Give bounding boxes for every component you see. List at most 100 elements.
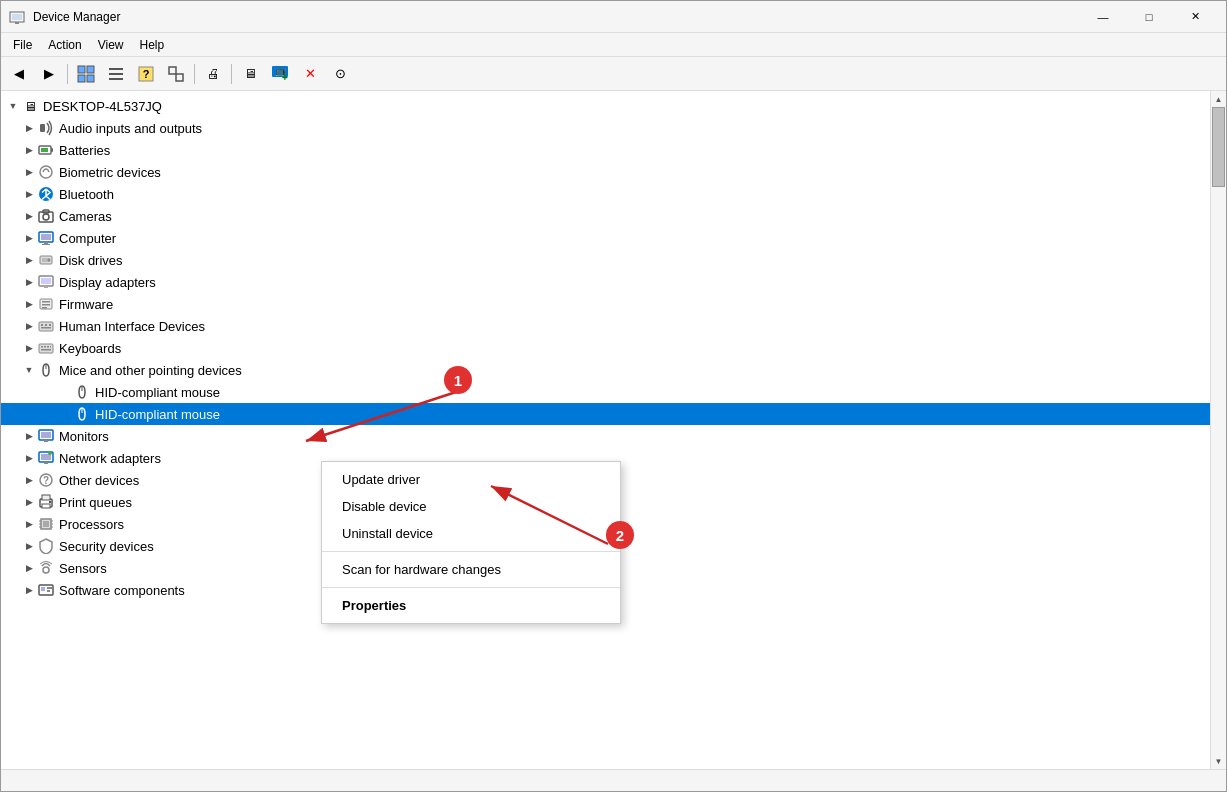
- list-view-button[interactable]: [102, 61, 130, 87]
- menu-action[interactable]: Action: [40, 36, 89, 54]
- svg-rect-47: [41, 346, 43, 348]
- toolbar-separator-2: [194, 64, 195, 84]
- tree-item-computer[interactable]: ▶ Computer: [1, 227, 1210, 249]
- svg-rect-39: [42, 304, 50, 306]
- tree-item-batteries[interactable]: ▶ Batteries: [1, 139, 1210, 161]
- display-expander[interactable]: ▶: [21, 274, 37, 290]
- cameras-expander[interactable]: ▶: [21, 208, 37, 224]
- keyboards-icon: [37, 339, 55, 357]
- context-menu-update[interactable]: Update driver: [322, 466, 620, 493]
- svg-rect-8: [109, 73, 123, 75]
- context-menu-uninstall[interactable]: Uninstall device: [322, 520, 620, 547]
- firmware-expander[interactable]: ▶: [21, 296, 37, 312]
- security-expander[interactable]: ▶: [21, 538, 37, 554]
- svg-rect-38: [42, 301, 50, 303]
- tree-item-firmware[interactable]: ▶ Firmware: [1, 293, 1210, 315]
- scroll-down-arrow[interactable]: ▼: [1211, 753, 1227, 769]
- tree-item-audio[interactable]: ▶ Audio inputs and outputs: [1, 117, 1210, 139]
- tree-item-cameras[interactable]: ▶ Cameras: [1, 205, 1210, 227]
- status-bar: [1, 769, 1226, 791]
- tree-item-disk[interactable]: ▶ Disk drives: [1, 249, 1210, 271]
- tree-item-hid-mouse-1[interactable]: HID-compliant mouse: [1, 381, 1210, 403]
- biometric-expander[interactable]: ▶: [21, 164, 37, 180]
- mice-expander[interactable]: ▼: [21, 362, 37, 378]
- tree-item-monitors[interactable]: ▶ Monitors: [1, 425, 1210, 447]
- processors-expander[interactable]: ▶: [21, 516, 37, 532]
- network-label: Network adapters: [59, 451, 161, 466]
- sensors-expander[interactable]: ▶: [21, 560, 37, 576]
- svg-text:?: ?: [43, 475, 49, 486]
- tree-item-mice[interactable]: ▼ Mice and other pointing devices: [1, 359, 1210, 381]
- scroll-up-arrow[interactable]: ▲: [1211, 91, 1227, 107]
- tree-item-bluetooth[interactable]: ▶ Bluetooth: [1, 183, 1210, 205]
- svg-rect-9: [109, 78, 123, 80]
- svg-rect-29: [44, 242, 48, 244]
- maximize-button[interactable]: □: [1126, 1, 1172, 33]
- menu-file[interactable]: File: [5, 36, 40, 54]
- software-icon: [37, 581, 55, 599]
- audio-expander[interactable]: ▶: [21, 120, 37, 136]
- svg-point-76: [43, 567, 49, 573]
- root-expander[interactable]: ▼: [5, 98, 21, 114]
- other-expander[interactable]: ▶: [21, 472, 37, 488]
- svg-rect-6: [87, 75, 94, 82]
- svg-rect-65: [42, 495, 50, 500]
- remove-button[interactable]: ✕: [296, 61, 324, 87]
- disk-expander[interactable]: ▶: [21, 252, 37, 268]
- svg-rect-20: [51, 148, 53, 152]
- computer-button[interactable]: 🖥: [236, 61, 264, 87]
- network-expander[interactable]: ▶: [21, 450, 37, 466]
- hid-icon: [37, 317, 55, 335]
- software-expander[interactable]: ▶: [21, 582, 37, 598]
- help-toolbar-button[interactable]: ?: [132, 61, 160, 87]
- computer-expander[interactable]: ▶: [21, 230, 37, 246]
- keyboards-expander[interactable]: ▶: [21, 340, 37, 356]
- hid-expander[interactable]: ▶: [21, 318, 37, 334]
- scroll-thumb[interactable]: [1212, 107, 1225, 187]
- forward-button[interactable]: ▶: [35, 61, 63, 87]
- title-bar: Device Manager — □ ✕: [1, 1, 1226, 33]
- minimize-button[interactable]: —: [1080, 1, 1126, 33]
- monitors-expander[interactable]: ▶: [21, 428, 37, 444]
- context-menu-scan[interactable]: Scan for hardware changes: [322, 556, 620, 583]
- tree-view-button[interactable]: [72, 61, 100, 87]
- hid-mouse-2-expander: [57, 406, 73, 422]
- svg-point-33: [48, 259, 51, 262]
- svg-text:?: ?: [143, 68, 150, 80]
- device-tree[interactable]: ▼ 🖥 DESKTOP-4L537JQ ▶ Audio inputs and o…: [1, 91, 1210, 769]
- back-button[interactable]: ◀: [5, 61, 33, 87]
- print-button[interactable]: 🖨: [199, 61, 227, 87]
- close-button[interactable]: ✕: [1172, 1, 1218, 33]
- svg-text:+: +: [282, 72, 288, 83]
- scroll-track[interactable]: [1211, 107, 1226, 753]
- tree-item-biometric[interactable]: ▶ Biometric devices: [1, 161, 1210, 183]
- update-button[interactable]: ⊙: [326, 61, 354, 87]
- svg-rect-45: [41, 327, 51, 329]
- tree-item-keyboards[interactable]: ▶ Keyboards: [1, 337, 1210, 359]
- tree-item-hid[interactable]: ▶ Human Interface Devices: [1, 315, 1210, 337]
- tree-item-display[interactable]: ▶ Display adapters: [1, 271, 1210, 293]
- firmware-icon: [37, 295, 55, 313]
- context-menu-disable[interactable]: Disable device: [322, 493, 620, 520]
- svg-rect-48: [44, 346, 46, 348]
- add-button[interactable]: 📺 +: [266, 61, 294, 87]
- collapse-button[interactable]: [162, 61, 190, 87]
- bluetooth-expander[interactable]: ▶: [21, 186, 37, 202]
- context-menu-properties[interactable]: Properties: [322, 592, 620, 619]
- tree-item-hid-mouse-2[interactable]: HID-compliant mouse: [1, 403, 1210, 425]
- vertical-scrollbar[interactable]: ▲ ▼: [1210, 91, 1226, 769]
- other-label: Other devices: [59, 473, 139, 488]
- window-controls: — □ ✕: [1080, 1, 1218, 33]
- disk-label: Disk drives: [59, 253, 123, 268]
- svg-rect-3: [78, 66, 85, 73]
- menu-view[interactable]: View: [90, 36, 132, 54]
- menu-help[interactable]: Help: [132, 36, 173, 54]
- mice-label: Mice and other pointing devices: [59, 363, 242, 378]
- svg-rect-49: [47, 346, 49, 348]
- computer-icon: 🖥: [21, 97, 39, 115]
- tree-root[interactable]: ▼ 🖥 DESKTOP-4L537JQ: [1, 95, 1210, 117]
- batteries-expander[interactable]: ▶: [21, 142, 37, 158]
- print-expander[interactable]: ▶: [21, 494, 37, 510]
- svg-rect-41: [39, 322, 53, 331]
- monitors-icon: [37, 427, 55, 445]
